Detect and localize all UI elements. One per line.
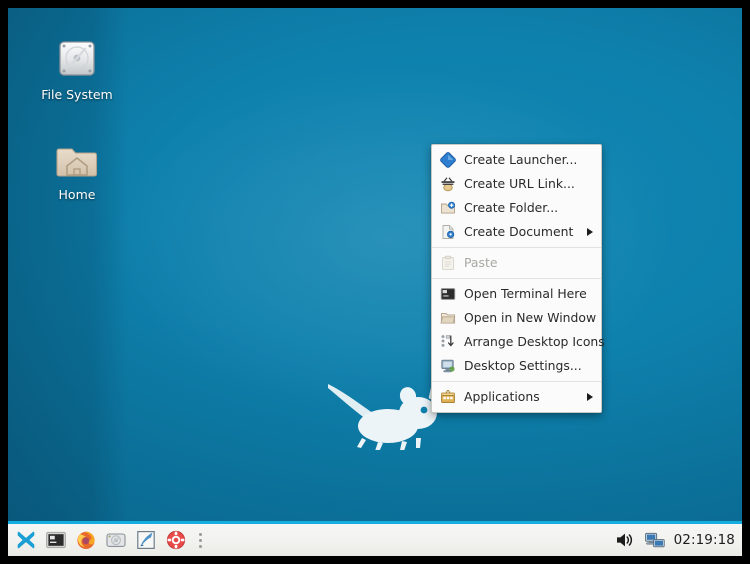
paste-icon — [439, 255, 456, 272]
taskbar-web-browser-button[interactable] — [74, 528, 98, 552]
taskbar-clock[interactable]: 02:19:18 — [673, 532, 735, 548]
new-folder-icon — [439, 200, 456, 217]
menu-item-label: Open Terminal Here — [464, 286, 595, 302]
menu-item-create-launcher[interactable]: Create Launcher... — [432, 148, 601, 172]
speaker-icon — [614, 529, 636, 551]
menu-item-create-document[interactable]: Create Document — [432, 220, 601, 244]
tray-volume-button[interactable] — [613, 528, 637, 552]
desktop-icon-label: File System — [25, 88, 129, 102]
taskbar-system-tray: 02:19:18 — [613, 524, 742, 556]
firefox-icon — [75, 529, 97, 551]
taskbar-applications-menu-button[interactable] — [14, 528, 38, 552]
xfce-mouse-logo — [326, 378, 446, 450]
menu-separator — [432, 247, 601, 248]
screen-frame: File System Home — [0, 0, 750, 564]
menu-item-label: Desktop Settings... — [464, 358, 595, 374]
menu-item-desktop-settings[interactable]: Desktop Settings... — [432, 354, 601, 378]
desktop-area[interactable]: File System Home — [8, 8, 742, 521]
menu-item-label: Create URL Link... — [464, 176, 595, 192]
menu-item-label: Create Document — [464, 224, 581, 240]
taskbar-panel[interactable]: 02:19:18 — [8, 521, 742, 556]
lifesaver-icon — [165, 529, 187, 551]
new-document-icon — [439, 224, 456, 241]
menu-item-create-url-link[interactable]: Create URL Link... — [432, 172, 601, 196]
terminal-icon — [45, 529, 67, 551]
menu-item-label: Open in New Window — [464, 310, 596, 326]
taskbar-drag-handle[interactable] — [196, 529, 205, 551]
chevron-right-icon — [587, 228, 593, 236]
menu-item-applications[interactable]: Applications — [432, 385, 601, 409]
arrange-icons-icon — [439, 334, 456, 351]
chevron-right-icon — [587, 393, 593, 401]
taskbar-terminal-button[interactable] — [44, 528, 68, 552]
taskbar-file-manager-button[interactable] — [104, 528, 128, 552]
taskbar-launchers — [8, 524, 205, 556]
url-link-icon — [439, 176, 456, 193]
open-folder-icon — [439, 310, 456, 327]
menu-item-paste: Paste — [432, 251, 601, 275]
menu-separator — [432, 278, 601, 279]
applications-icon — [439, 389, 456, 406]
menu-item-open-in-new-window[interactable]: Open in New Window — [432, 306, 601, 330]
mousepad-icon — [135, 529, 157, 551]
taskbar-help-button[interactable] — [164, 528, 188, 552]
desktop-settings-icon — [439, 358, 456, 375]
home-folder-icon — [25, 130, 129, 182]
menu-item-label: Create Folder... — [464, 200, 595, 216]
menu-separator — [432, 381, 601, 382]
desktop-icon-home[interactable]: Home — [25, 130, 129, 202]
taskbar-text-editor-button[interactable] — [134, 528, 158, 552]
xfce-x-icon — [15, 529, 37, 551]
terminal-icon — [439, 286, 456, 303]
launcher-diamond-icon — [439, 152, 456, 169]
menu-item-label: Create Launcher... — [464, 152, 595, 168]
desktop-icon-file-system[interactable]: File System — [25, 30, 129, 102]
network-computers-icon — [644, 529, 666, 551]
harddisk-icon — [25, 30, 129, 82]
menu-item-label: Paste — [464, 255, 595, 271]
harddisk-icon — [105, 529, 127, 551]
menu-item-label: Applications — [464, 389, 581, 405]
tray-network-button[interactable] — [643, 528, 667, 552]
desktop-context-menu[interactable]: Create Launcher... Create URL Link... — [431, 144, 602, 413]
menu-item-open-terminal-here[interactable]: Open Terminal Here — [432, 282, 601, 306]
desktop-icon-label: Home — [25, 188, 129, 202]
menu-item-create-folder[interactable]: Create Folder... — [432, 196, 601, 220]
menu-item-label: Arrange Desktop Icons — [464, 334, 605, 350]
menu-item-arrange-desktop-icons[interactable]: Arrange Desktop Icons — [432, 330, 601, 354]
